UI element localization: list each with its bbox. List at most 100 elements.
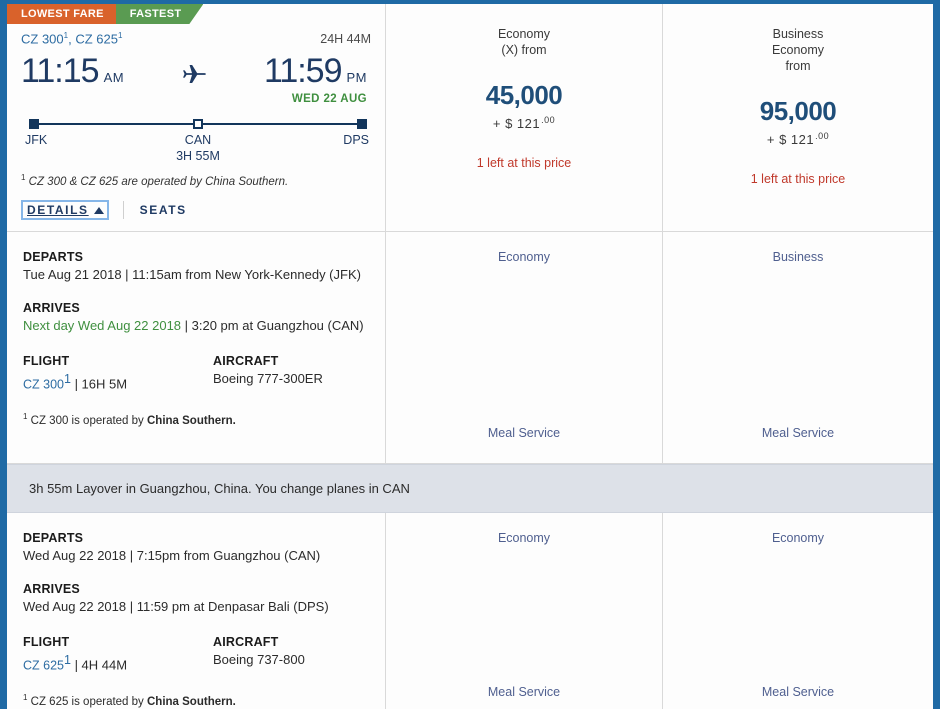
arrival-time-block: 11:59 PM WED 22 AUG (264, 54, 367, 105)
business-economy-cash-prefix: + $ (767, 132, 787, 147)
economy-x-fare-label: Economy (X) from (386, 26, 662, 58)
segment-1-flight-duration: | 16H 5M (71, 376, 127, 391)
segment-2-meal-service-1: Meal Service (488, 685, 560, 699)
segment-1-cabin-name-1: Economy (498, 250, 550, 264)
segment-1-flight-heading: FLIGHT (23, 354, 213, 368)
segment-1-cabin-cell-2: Business Meal Service (663, 232, 933, 464)
flight-number-2-footnote-ref: 1 (118, 31, 122, 40)
business-economy-cash-cents: .00 (815, 131, 829, 141)
flight-numbers[interactable]: CZ 3001, CZ 6251 (21, 31, 122, 46)
segment-2-aircraft-block: AIRCRAFT Boeing 737-800 (213, 635, 305, 675)
segment-1-cabin-cell-1: Economy Meal Service (386, 232, 662, 464)
business-economy-label-line-2: Economy (663, 42, 933, 58)
segment-1-next-day-badge: Next day Wed Aug 22 2018 (23, 318, 181, 333)
segment-2-detail: DEPARTS Wed Aug 22 2018 | 7:15pm from Gu… (7, 513, 385, 709)
timeline-origin-marker (29, 119, 39, 129)
flight-result-card: LOWEST FARE FASTEST CZ 3001, CZ 6251 24H… (0, 0, 940, 709)
segment-2-detail-column: DEPARTS Wed Aug 22 2018 | 7:15pm from Gu… (7, 513, 386, 709)
segment-1-footnote-operator: China Southern. (147, 415, 236, 427)
segment-2-cabin-economy-2: Economy Meal Service (663, 513, 933, 709)
segment-2-arrives-text: Wed Aug 22 2018 | 11:59 pm at Denpasar B… (23, 598, 369, 617)
segment-1-departs-heading: DEPARTS (23, 250, 369, 264)
times-row: 11:15 AM 11:59 PM WED 22 AUG (7, 46, 385, 105)
seats-button[interactable]: SEATS (140, 203, 187, 217)
summary-footnote: 1 CZ 300 & CZ 625 are operated by China … (7, 167, 385, 188)
departure-time-block: 11:15 AM (21, 54, 124, 88)
segment-1-meal-service-2: Meal Service (762, 426, 834, 440)
economy-x-availability: 1 left at this price (386, 156, 662, 170)
segment-1-arrives-heading: ARRIVES (23, 301, 369, 315)
segment-2-cabin-name-1: Economy (498, 531, 550, 545)
segment-2-flight-number[interactable]: CZ 625 (23, 658, 64, 672)
badge-group: LOWEST FARE FASTEST (7, 4, 231, 24)
flight-numbers-row: CZ 3001, CZ 6251 24H 44M (7, 24, 385, 46)
segment-1-departs-text: Tue Aug 21 2018 | 11:15am from New York-… (23, 266, 369, 285)
segment-1-meal-service-1: Meal Service (488, 426, 560, 440)
segment-2-departs-text: Wed Aug 22 2018 | 7:15pm from Guangzhou … (23, 547, 369, 566)
segment-1-arrives-rest: | 3:20 pm at Guangzhou (CAN) (181, 318, 364, 333)
caret-up-icon (94, 207, 104, 214)
route-timeline: JFK CAN 3H 55M DPS (7, 105, 385, 167)
flight-number-2[interactable]: , CZ 625 (68, 31, 118, 46)
business-economy-miles: 95,000 (663, 96, 933, 127)
summary-actions: DETAILS SEATS (7, 188, 385, 220)
segment-1-footnote: 1 CZ 300 is operated by China Southern. (23, 412, 369, 427)
itinerary-summary-row: LOWEST FARE FASTEST CZ 3001, CZ 6251 24H… (7, 4, 933, 232)
segment-2-flight-footnote-ref: 1 (64, 653, 71, 667)
flight-number-1[interactable]: CZ 300 (21, 31, 64, 46)
segment-1-flight-number[interactable]: CZ 300 (23, 377, 64, 391)
segment-1-footnote-text: CZ 300 is operated by (27, 415, 147, 427)
segment-row-1: DEPARTS Tue Aug 21 2018 | 11:15am from N… (7, 232, 933, 464)
airplane-icon (180, 60, 208, 93)
segment-2-cabin-economy-1: Economy Meal Service (386, 513, 663, 709)
segment-2-flight-duration: | 4H 44M (71, 657, 127, 672)
details-button-label[interactable]: DETAILS (27, 203, 89, 217)
segment-2-flight-block: FLIGHT CZ 6251 | 4H 44M (23, 635, 213, 675)
economy-x-cash-cents: .00 (541, 115, 555, 125)
timeline-track (29, 119, 367, 129)
timeline-stop-duration: 3H 55M (176, 149, 220, 163)
fare-column-economy-x[interactable]: Economy (X) from 45,000 + $ 121.00 1 lef… (386, 4, 663, 231)
badge-fastest: FASTEST (116, 4, 204, 24)
segment-2-meal-service-2: Meal Service (762, 685, 834, 699)
business-economy-cash-amount: 121 (791, 132, 814, 147)
business-economy-cash: + $ 121.00 (663, 131, 933, 147)
segment-1-flight-aircraft: FLIGHT CZ 3001 | 16H 5M AIRCRAFT Boeing … (23, 354, 369, 394)
business-economy-availability: 1 left at this price (663, 172, 933, 186)
timeline-labels: JFK CAN 3H 55M DPS (29, 133, 367, 167)
economy-x-cash-prefix: + $ (493, 116, 513, 131)
business-economy-fare[interactable]: Business Economy from 95,000 + $ 121.00 … (663, 4, 933, 186)
arrival-date: WED 22 AUG (264, 93, 367, 105)
segment-2-departs-heading: DEPARTS (23, 531, 369, 545)
economy-x-label-line-1: Economy (386, 26, 662, 42)
segment-1-flight-footnote-ref: 1 (64, 372, 71, 386)
details-button[interactable]: DETAILS (21, 200, 109, 220)
segment-1-detail: DEPARTS Tue Aug 21 2018 | 11:15am from N… (7, 232, 385, 451)
segment-1-flight-block: FLIGHT CZ 3001 | 16H 5M (23, 354, 213, 394)
timeline-destination-label: DPS (343, 133, 369, 147)
segment-1-cabin-name-2: Business (773, 250, 824, 264)
economy-x-fare[interactable]: Economy (X) from 45,000 + $ 121.00 1 lef… (386, 4, 662, 170)
action-divider (123, 201, 124, 219)
business-economy-label-line-1: Business (663, 26, 933, 42)
segment-2-arrives-heading: ARRIVES (23, 582, 369, 596)
segment-2-cabin-name-2: Economy (772, 531, 824, 545)
arrival-time: 11:59 (264, 54, 342, 88)
business-economy-label-line-3: from (663, 58, 933, 74)
departure-time: 11:15 (21, 54, 99, 88)
arrival-meridiem: PM (347, 70, 368, 85)
segment-1-aircraft-heading: AIRCRAFT (213, 354, 323, 368)
layover-banner: 3h 55m Layover in Guangzhou, China. You … (7, 464, 933, 513)
economy-x-miles: 45,000 (386, 80, 662, 111)
segment-2-cabin-cell-2: Economy Meal Service (663, 513, 933, 709)
fare-column-business-economy[interactable]: Business Economy from 95,000 + $ 121.00 … (663, 4, 933, 231)
timeline-destination-marker (357, 119, 367, 129)
summary-footnote-text: CZ 300 & CZ 625 are operated by China So… (29, 176, 289, 188)
itinerary-summary-column: LOWEST FARE FASTEST CZ 3001, CZ 6251 24H… (7, 4, 386, 231)
segment-1-arrives-text: Next day Wed Aug 22 2018 | 3:20 pm at Gu… (23, 317, 369, 336)
segment-2-flight-aircraft: FLIGHT CZ 6251 | 4H 44M AIRCRAFT Boeing … (23, 635, 369, 675)
departure-meridiem: AM (104, 70, 125, 85)
segment-1-detail-column: DEPARTS Tue Aug 21 2018 | 11:15am from N… (7, 232, 386, 463)
segment-row-2: DEPARTS Wed Aug 22 2018 | 7:15pm from Gu… (7, 513, 933, 709)
segment-1-cabin-economy: Economy Meal Service (386, 232, 663, 463)
